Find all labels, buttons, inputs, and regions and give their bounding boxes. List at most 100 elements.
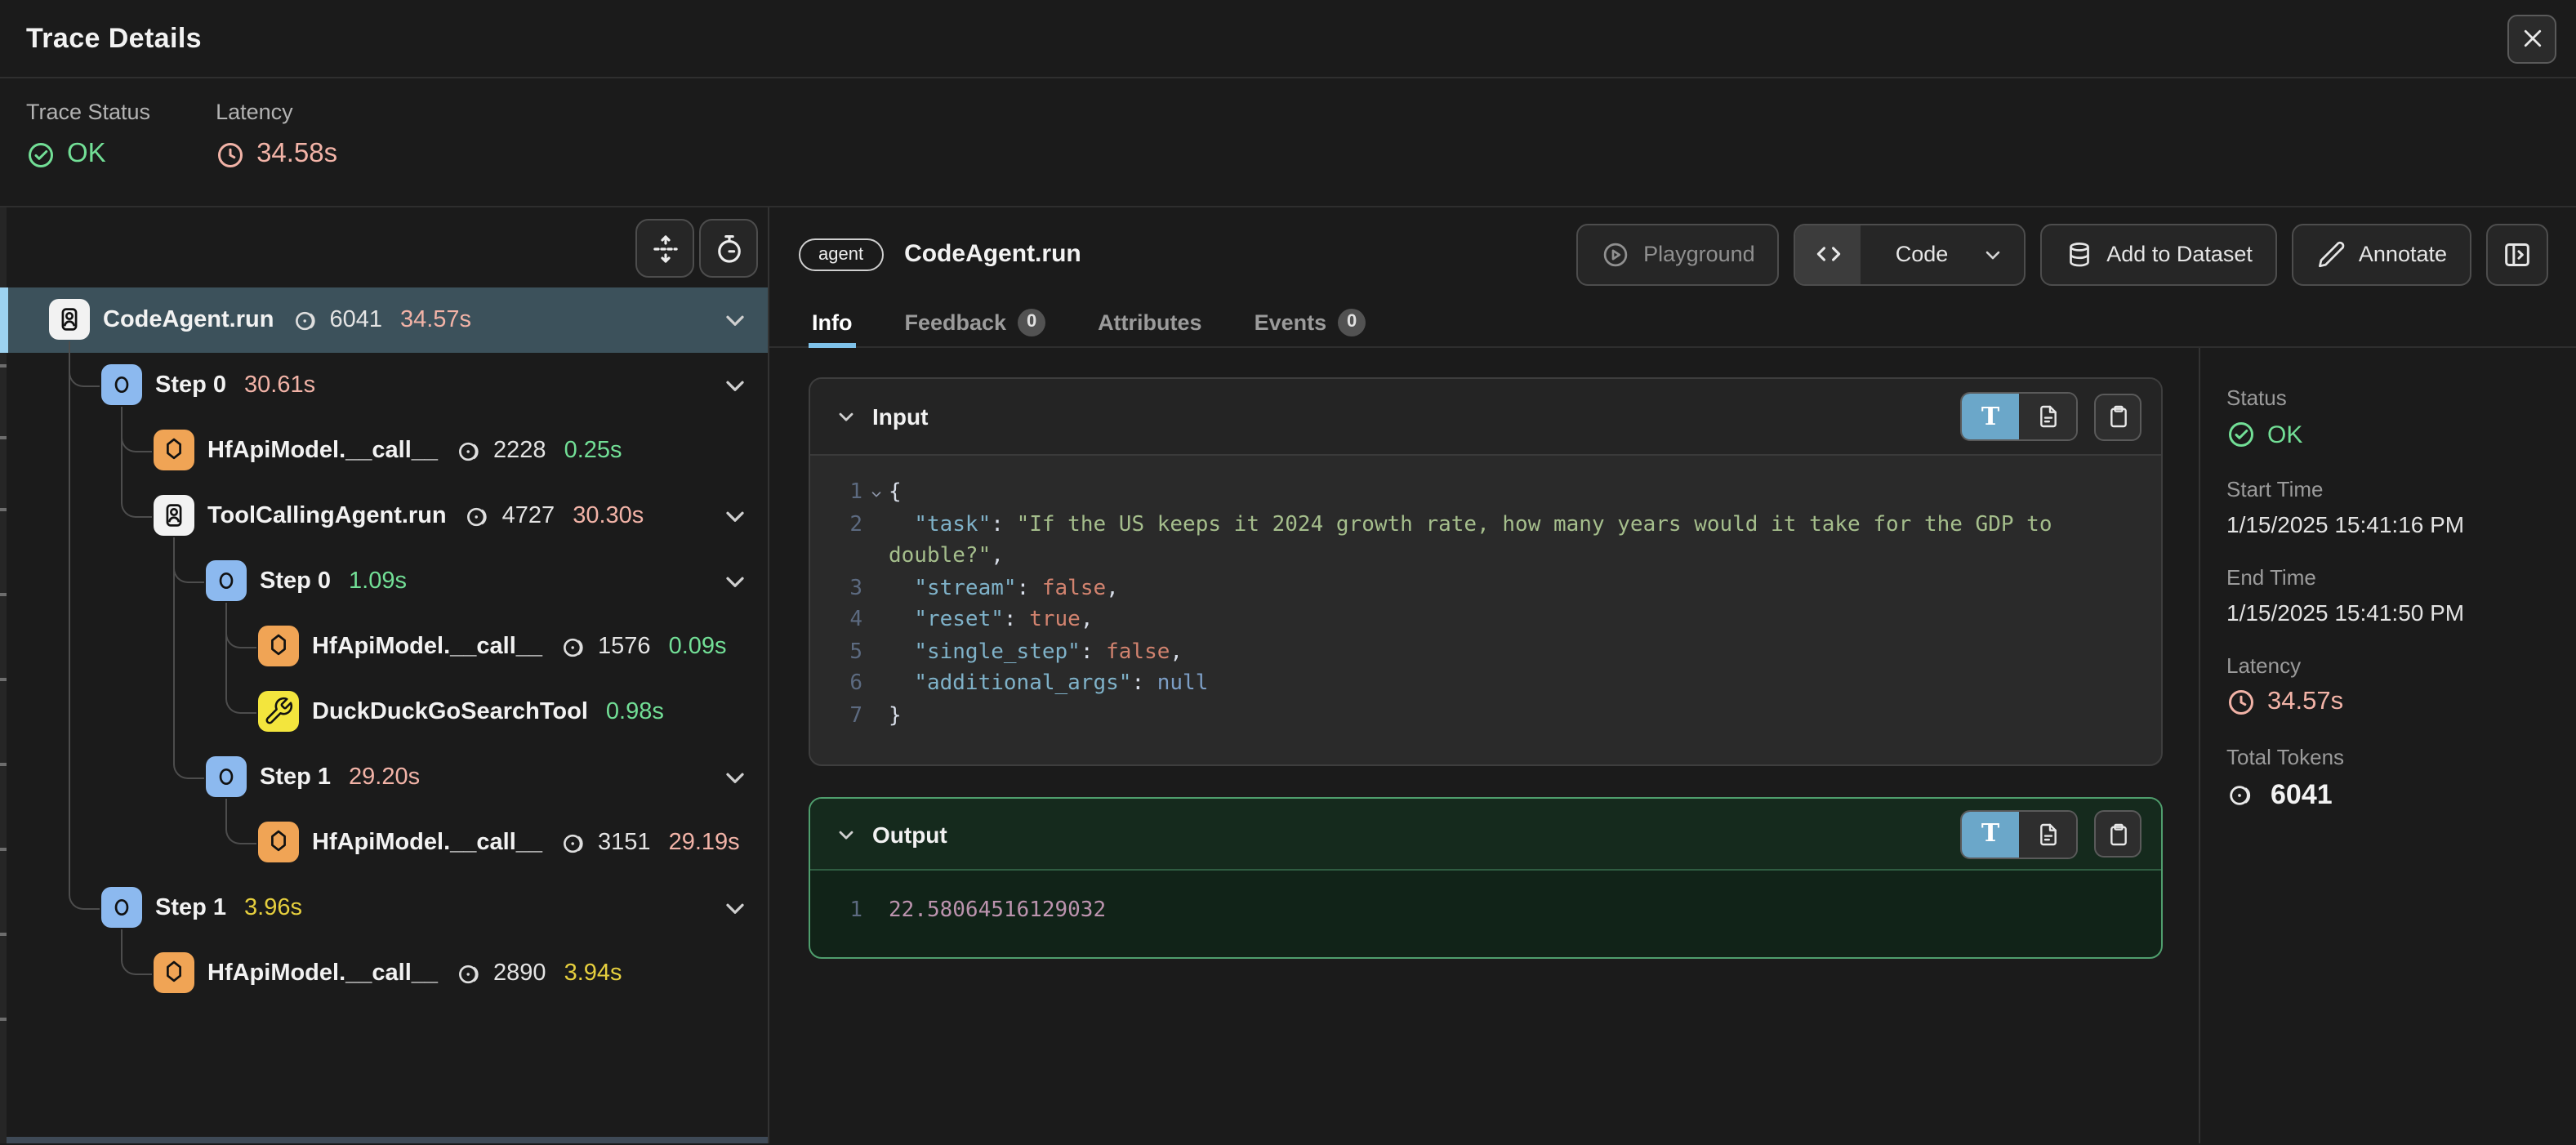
text-view-toggle[interactable]: T	[1962, 394, 2019, 439]
fold-chevron-icon[interactable]	[862, 477, 889, 509]
detail-label: Total Tokens	[2226, 745, 2553, 769]
tree-guide-line	[69, 614, 70, 679]
trace-details-modal: Trace Details Trace Status OK Latency 34…	[0, 0, 2576, 1145]
close-button[interactable]	[2507, 14, 2556, 63]
fold-gutter	[862, 572, 889, 604]
tree-row[interactable]: CodeAgent.run604134.57s	[0, 287, 768, 353]
code-line: 5 "single_step": false,	[810, 636, 2161, 668]
detail-value-text: 1/15/2025 15:41:50 PM	[2226, 599, 2464, 626]
tree-connector	[69, 343, 100, 387]
code-content: "reset": true,	[889, 604, 2135, 636]
tree-row[interactable]: Step 01.09s	[0, 549, 768, 614]
tokens-icon	[465, 501, 496, 532]
input-code: 1{2 "task": "If the US keeps it 2024 gro…	[810, 456, 2161, 764]
check-circle-icon	[2226, 420, 2256, 449]
tree-row[interactable]: Step 030.61s	[0, 353, 768, 418]
tree-row[interactable]: HfApiModel.__call__ 2890 3.94s	[0, 941, 768, 1006]
add-to-dataset-label: Add to Dataset	[2106, 242, 2253, 266]
toggle-details-panel-button[interactable]	[2486, 223, 2548, 285]
selected-row-accent	[0, 287, 8, 353]
detail-field-total-tokens: Total Tokens 6041	[2226, 745, 2553, 812]
chevron-down-icon[interactable]	[720, 371, 750, 400]
tree-row[interactable]: HfApiModel.__call__22280.25s	[0, 418, 768, 483]
chevron-down-icon[interactable]	[720, 567, 750, 596]
copy-button[interactable]	[2094, 810, 2141, 858]
token-count: 6041	[292, 305, 382, 336]
tree-connector	[225, 800, 256, 844]
agent-icon	[154, 495, 194, 536]
fold-gutter	[862, 895, 889, 927]
annotate-button[interactable]: Annotate	[2292, 223, 2471, 285]
tokens-icon	[2226, 779, 2259, 812]
code-line: 6 "additional_args": null	[810, 668, 2161, 700]
span-duration: 0.98s	[606, 699, 664, 725]
chevron-down-icon[interactable]	[720, 763, 750, 792]
chevron-down-icon[interactable]	[720, 305, 750, 335]
detail-value-text: OK	[2267, 421, 2302, 448]
trace-latency-value: 34.58s	[256, 139, 337, 170]
fold-gutter	[862, 700, 889, 732]
tree-row[interactable]: ToolCallingAgent.run472730.30s	[0, 483, 768, 549]
tree-guide-line	[69, 483, 70, 549]
tree-connector	[173, 539, 204, 583]
tree-scrollbar[interactable]	[7, 1137, 768, 1143]
span-duration: 30.61s	[244, 372, 315, 399]
view-mode-toggle: T	[1960, 392, 2078, 441]
token-count-value: 2890	[493, 960, 546, 987]
clipboard-icon	[2105, 403, 2131, 430]
detail-value-status: OK	[2226, 420, 2553, 449]
tab-attributes[interactable]: Attributes	[1094, 301, 1206, 348]
modal-content: CodeAgent.run604134.57sStep 030.61sHfApi…	[0, 207, 2576, 1143]
tree-row[interactable]: HfApiModel.__call__15760.09s	[0, 614, 768, 679]
detail-value-text: 6041	[2271, 779, 2333, 812]
json-view-toggle[interactable]	[2019, 811, 2076, 857]
span-io-area: Input T 1{2 "task": "If the US keeps it …	[769, 348, 2199, 1143]
page-title: Trace Details	[26, 22, 202, 55]
code-content: 22.58064516129032	[889, 895, 2135, 927]
tree-connector	[225, 670, 256, 714]
tree-row[interactable]: Step 13.96s	[0, 875, 768, 941]
fold-gutter	[862, 636, 889, 668]
add-to-dataset-button[interactable]: Add to Dataset	[2039, 223, 2277, 285]
detail-value-total-tokens: 6041	[2226, 779, 2553, 812]
tab-info[interactable]: Info	[809, 301, 856, 348]
detail-field-status: StatusOK	[2226, 385, 2553, 449]
file-icon	[2035, 821, 2061, 847]
tab-events[interactable]: Events0	[1251, 301, 1370, 348]
detail-value-text: 34.57s	[2267, 688, 2343, 717]
tree-guide-line	[69, 745, 70, 810]
expand-collapse-all-button[interactable]	[635, 219, 694, 278]
detail-field-latency: Latency34.57s	[2226, 653, 2553, 717]
span-duration: 3.94s	[564, 960, 622, 987]
copy-button[interactable]	[2094, 393, 2141, 440]
agent-icon	[49, 299, 90, 340]
code-dropdown[interactable]: Code	[1794, 223, 2026, 285]
tree-connector	[121, 474, 152, 518]
line-number: 4	[823, 604, 862, 636]
tab-feedback[interactable]: Feedback0	[902, 301, 1050, 348]
line-number: 6	[823, 668, 862, 700]
line-number: 3	[823, 572, 862, 604]
chevron-down-icon[interactable]	[720, 893, 750, 923]
token-count-value: 1576	[598, 634, 651, 660]
tab-label: Feedback	[905, 310, 1007, 334]
tool-icon	[258, 691, 299, 732]
clipboard-icon	[2105, 821, 2131, 847]
playground-button[interactable]: Playground	[1576, 223, 1780, 285]
text-view-toggle[interactable]: T	[1962, 811, 2019, 857]
detail-field-end-time: End Time1/15/2025 15:41:50 PM	[2226, 565, 2553, 626]
collapse-chevron-icon[interactable]	[835, 822, 858, 845]
collapse-chevron-icon[interactable]	[835, 405, 858, 428]
clock-icon	[2226, 688, 2256, 717]
json-view-toggle[interactable]	[2019, 394, 2076, 439]
llm-icon	[258, 822, 299, 862]
tokens-icon	[456, 958, 487, 989]
tree-row[interactable]: Step 129.20s	[0, 745, 768, 810]
close-icon	[2520, 26, 2544, 51]
tree-row[interactable]: DuckDuckGoSearchTool0.98s	[0, 679, 768, 745]
tokens-icon	[560, 631, 591, 662]
chevron-down-icon[interactable]	[720, 501, 750, 531]
span-name: HfApiModel.__call__	[207, 960, 438, 987]
timing-toggle-button[interactable]	[699, 219, 758, 278]
tree-row[interactable]: HfApiModel.__call__315129.19s	[0, 810, 768, 875]
